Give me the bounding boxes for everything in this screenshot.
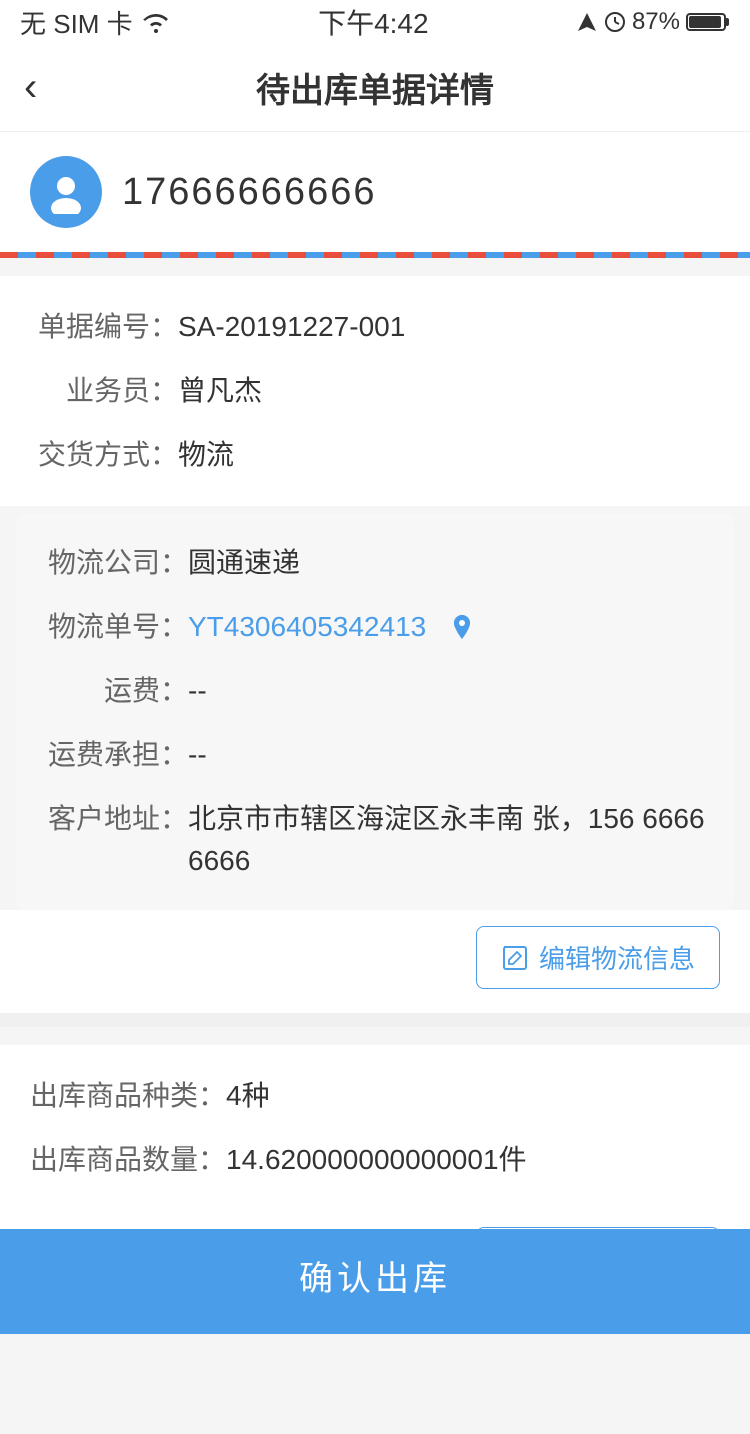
user-phone: 17666666666 (122, 171, 376, 214)
product-quantity-label: 出库商品数量： (30, 1139, 226, 1181)
product-types-value: 4种 (226, 1075, 720, 1117)
product-types-row: 出库商品种类： 4种 (30, 1075, 720, 1117)
freight-row: 运费： -- (40, 670, 710, 712)
address-value: 北京市市辖区海淀区永丰南 张，156 6666 6666 (188, 798, 710, 882)
logistics-company-value: 圆通速递 (188, 542, 710, 584)
address-row: 客户地址： 北京市市辖区海淀区永丰南 张，156 6666 6666 (40, 798, 710, 882)
back-button[interactable]: ‹ (24, 65, 37, 110)
battery-label: 87% (632, 8, 680, 36)
confirm-outbound-button[interactable]: 确认出库 (0, 1251, 750, 1300)
product-quantity-value: 14.620000000000001件 (226, 1139, 720, 1181)
freight-bearer-row: 运费承担： -- (40, 734, 710, 776)
edit-logistics-button[interactable]: 编辑物流信息 (476, 926, 720, 989)
status-time: 下午4:42 (318, 2, 429, 42)
freight-bearer-label: 运费承担： (40, 734, 188, 776)
product-types-label: 出库商品种类： (30, 1075, 226, 1117)
dashed-divider (0, 252, 750, 258)
tracking-number-value: YT43064053424​13 (188, 606, 710, 648)
delivery-method-label: 交货方式： (30, 434, 178, 476)
address-label: 客户地址： (40, 798, 188, 840)
delivery-method-row: 交货方式： 物流 (30, 434, 720, 476)
logistics-info-section: 物流公司： 圆通速递 物流单号： YT43064053424​13 运费： --… (16, 514, 734, 910)
page-title: 待出库单据详情 (256, 63, 494, 112)
document-number-value: SA-20191227-001 (178, 306, 720, 348)
tracking-number-text: YT43064053424​13 (188, 606, 426, 648)
sales-person-label: 业务员： (30, 370, 178, 412)
status-bar: 无 SIM 卡 下午4:42 87% (0, 0, 750, 44)
nav-bar: ‹ 待出库单据详情 (0, 44, 750, 132)
sales-person-row: 业务员： 曾凡杰 (30, 370, 720, 412)
wifi-icon (141, 11, 171, 33)
logistics-company-label: 物流公司： (40, 542, 188, 584)
basic-info-section: 单据编号： SA-20191227-001 业务员： 曾凡杰 交货方式： 物流 (0, 276, 750, 506)
battery-icon (686, 11, 730, 33)
tracking-number-label: 物流单号： (40, 606, 188, 648)
outbound-info-section: 出库商品种类： 4种 出库商品数量： 14.620000000000001件 (0, 1045, 750, 1211)
clock-icon (604, 11, 626, 33)
avatar (30, 156, 102, 228)
edit-icon (501, 944, 529, 972)
section-separator (0, 1013, 750, 1027)
status-right: 87% (576, 8, 730, 36)
confirm-button-wrap: 确认出库 (0, 1229, 750, 1334)
tracking-number-row: 物流单号： YT43064053424​13 (40, 606, 710, 648)
freight-label: 运费： (40, 670, 188, 712)
document-number-label: 单据编号： (30, 306, 178, 348)
location-pin-icon[interactable] (442, 607, 482, 647)
user-row: 17666666666 (0, 132, 750, 252)
user-avatar-icon (44, 170, 88, 214)
logistics-company-row: 物流公司： 圆通速递 (40, 542, 710, 584)
freight-value: -- (188, 670, 710, 712)
carrier-label: 无 SIM 卡 (20, 4, 133, 41)
document-number-row: 单据编号： SA-20191227-001 (30, 306, 720, 348)
edit-logistics-row: 编辑物流信息 (0, 910, 750, 1013)
freight-bearer-value: -- (188, 734, 710, 776)
sales-person-value: 曾凡杰 (178, 370, 720, 412)
product-quantity-row: 出库商品数量： 14.620000000000001件 (30, 1139, 720, 1181)
delivery-method-value: 物流 (178, 434, 720, 476)
location-arrow-icon (576, 11, 598, 33)
status-left: 无 SIM 卡 (20, 4, 171, 41)
edit-logistics-label: 编辑物流信息 (539, 939, 695, 976)
